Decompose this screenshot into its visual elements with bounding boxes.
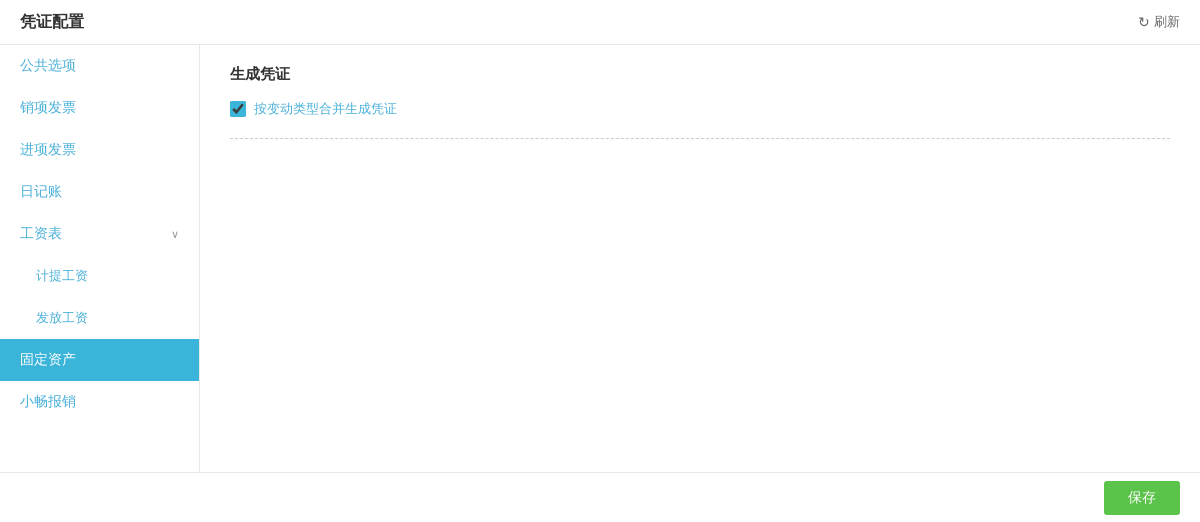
- merge-by-type-checkbox[interactable]: [230, 101, 246, 117]
- sidebar-item-payroll[interactable]: 工资表 ∨: [0, 213, 199, 255]
- sidebar-item-pay-payroll[interactable]: 发放工资: [0, 297, 199, 339]
- header: 凭证配置 ↻ 刷新: [0, 0, 1200, 45]
- sidebar-item-purchase-invoice[interactable]: 进项发票: [0, 129, 199, 171]
- refresh-icon: ↻: [1138, 14, 1150, 30]
- sidebar-item-journal[interactable]: 日记账: [0, 171, 199, 213]
- sidebar-item-calculate-payroll[interactable]: 计提工资: [0, 255, 199, 297]
- refresh-label: 刷新: [1154, 13, 1180, 31]
- sidebar-label-sales-invoice: 销项发票: [20, 99, 76, 117]
- sidebar-label-fixed-assets: 固定资产: [20, 351, 76, 369]
- sidebar-label-payroll: 工资表: [20, 225, 62, 243]
- sidebar-label-pay-payroll: 发放工资: [36, 309, 88, 327]
- refresh-button[interactable]: ↻ 刷新: [1138, 13, 1180, 31]
- sidebar-label-expense-report: 小畅报销: [20, 393, 76, 411]
- page-title: 凭证配置: [20, 12, 84, 33]
- section-title: 生成凭证: [230, 65, 1170, 84]
- merge-by-type-label[interactable]: 按变动类型合并生成凭证: [254, 100, 397, 118]
- sidebar-item-fixed-assets[interactable]: 固定资产: [0, 339, 199, 381]
- section-divider: [230, 138, 1170, 139]
- sidebar-label-calculate-payroll: 计提工资: [36, 267, 88, 285]
- footer: 保存: [0, 472, 1200, 522]
- sidebar: 公共选项销项发票进项发票日记账工资表 ∨ 计提工资发放工资固定资产小畅报销: [0, 45, 200, 472]
- sidebar-label-purchase-invoice: 进项发票: [20, 141, 76, 159]
- sidebar-item-sales-invoice[interactable]: 销项发票: [0, 87, 199, 129]
- checkbox-row: 按变动类型合并生成凭证: [230, 100, 1170, 118]
- sidebar-item-public-options[interactable]: 公共选项: [0, 45, 199, 87]
- chevron-down-icon: ∨: [171, 228, 179, 241]
- sidebar-label-public-options: 公共选项: [20, 57, 76, 75]
- sidebar-item-expense-report[interactable]: 小畅报销: [0, 381, 199, 423]
- sidebar-label-journal: 日记账: [20, 183, 62, 201]
- save-button[interactable]: 保存: [1104, 481, 1180, 515]
- main-layout: 公共选项销项发票进项发票日记账工资表 ∨ 计提工资发放工资固定资产小畅报销 生成凭证…: [0, 45, 1200, 472]
- content-area: 生成凭证 按变动类型合并生成凭证: [200, 45, 1200, 472]
